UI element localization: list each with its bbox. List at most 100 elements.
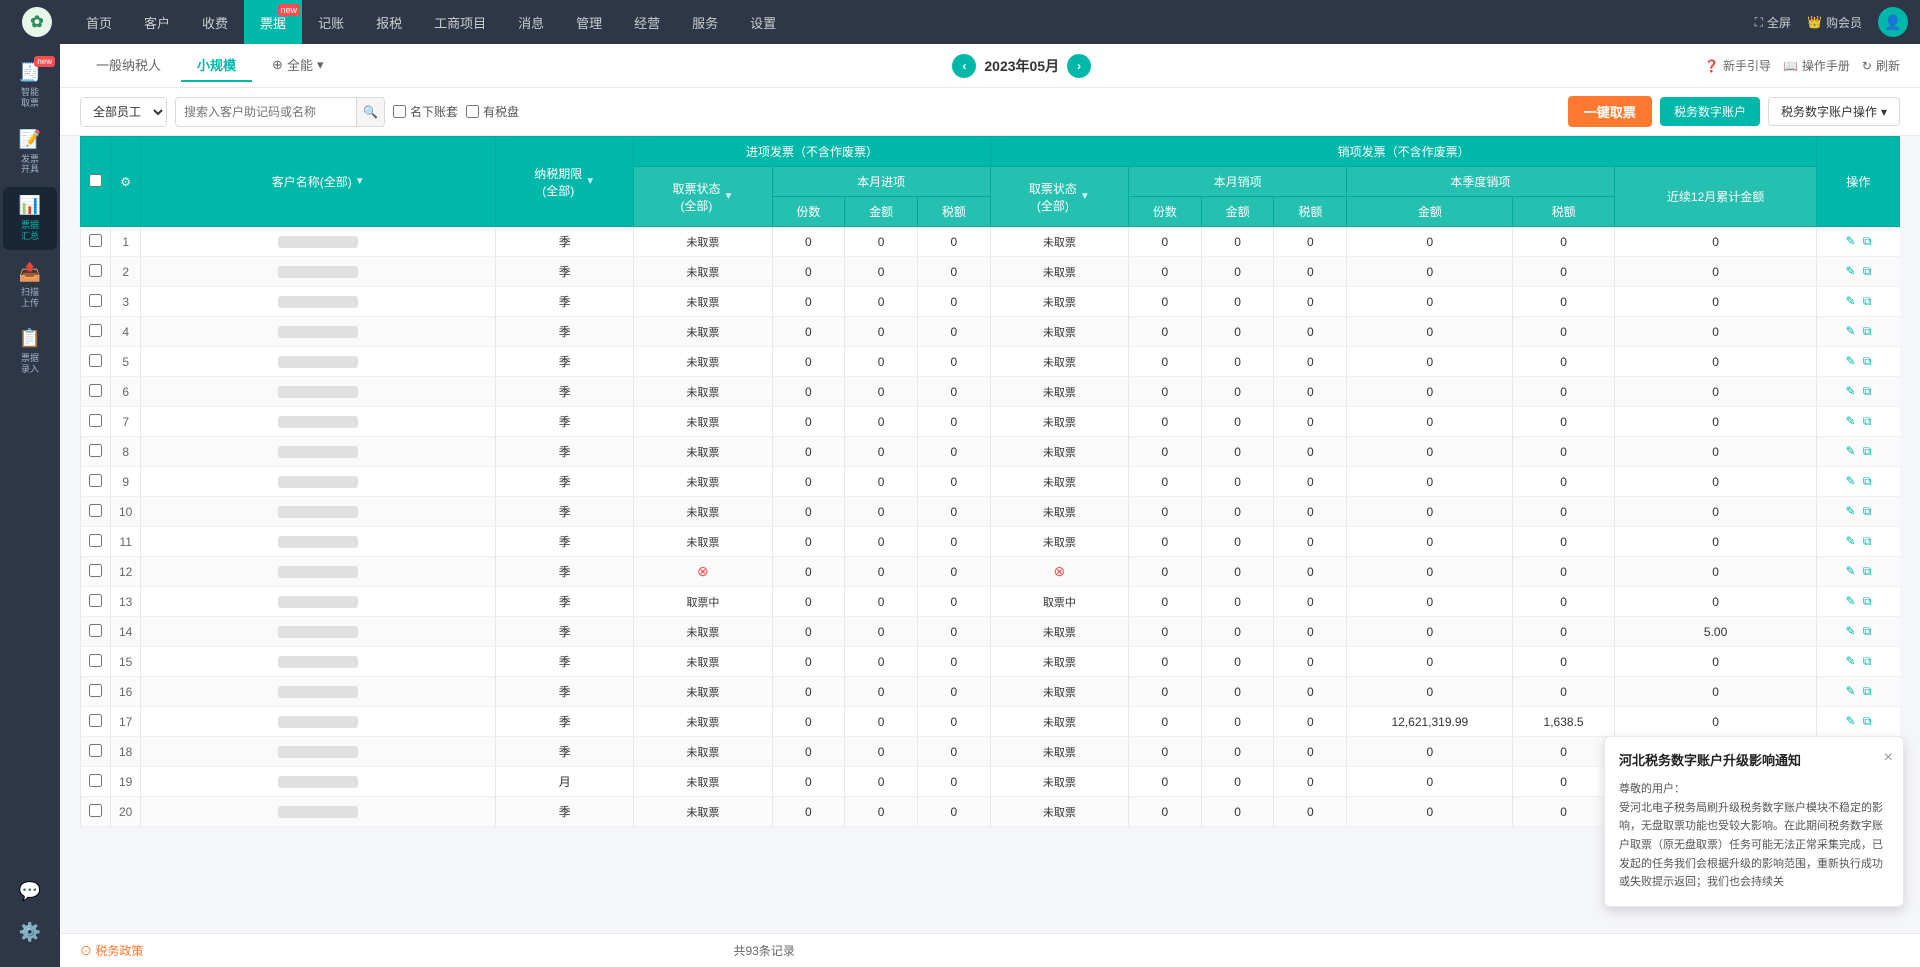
row-checkbox[interactable] [89,804,102,817]
employee-select-wrapper[interactable]: 全部员工 [80,97,167,127]
copy-icon[interactable]: ⧉ [1863,414,1872,428]
tab-all[interactable]: ⊕ 全能 ▾ [256,49,339,82]
prev-month-btn[interactable]: ‹ [952,54,976,78]
nav-service[interactable]: 服务 [676,0,734,44]
edit-icon[interactable]: ✎ [1846,684,1856,698]
nav-fee[interactable]: 收费 [186,0,244,44]
copy-icon[interactable]: ⧉ [1863,684,1872,698]
row-checkbox[interactable] [89,384,102,397]
copy-icon[interactable]: ⧉ [1863,714,1872,728]
row-checkbox[interactable] [89,684,102,697]
sidebar-item-scan[interactable]: 📤 扫描上传 [3,254,57,317]
edit-icon[interactable]: ✎ [1846,264,1856,278]
row-checkbox[interactable] [89,654,102,667]
sidebar-item-summary[interactable]: 📊 票据汇总 [3,187,57,250]
copy-icon[interactable]: ⧉ [1863,624,1872,638]
sidebar-item-config[interactable]: ⚙️ [3,914,57,951]
refresh-btn[interactable]: ↻ 刷新 [1862,57,1900,74]
edit-icon[interactable]: ✎ [1846,294,1856,308]
sidebar-item-smart-fetch[interactable]: 🧾 智能取票 new [3,54,57,117]
edit-icon[interactable]: ✎ [1846,324,1856,338]
sidebar-item-record[interactable]: 📋 票据录入 [3,320,57,383]
th-client-name[interactable]: 客户名称(全部) ▼ [141,137,496,227]
row-checkbox[interactable] [89,504,102,517]
row-checkbox[interactable] [89,564,102,577]
copy-icon[interactable]: ⧉ [1863,564,1872,578]
row-checkbox[interactable] [89,324,102,337]
copy-icon[interactable]: ⧉ [1863,444,1872,458]
copy-icon[interactable]: ⧉ [1863,384,1872,398]
edit-icon[interactable]: ✎ [1846,624,1856,638]
digital-account-ops-btn[interactable]: 税务数字账户操作 ▾ [1768,97,1900,126]
nav-tax[interactable]: 报税 [360,0,418,44]
edit-icon[interactable]: ✎ [1846,384,1856,398]
nav-operation[interactable]: 经营 [618,0,676,44]
select-all-checkbox[interactable] [89,174,102,187]
member-btn[interactable]: 👑 购会员 [1807,14,1862,31]
nav-invoice[interactable]: 票据 new [244,0,302,44]
row-checkbox[interactable] [89,714,102,727]
tax-policy-link[interactable]: ⊙ 税务政策 [80,942,143,959]
edit-icon[interactable]: ✎ [1846,234,1856,248]
copy-icon[interactable]: ⧉ [1863,474,1872,488]
row-checkbox[interactable] [89,744,102,757]
search-button[interactable]: 🔍 [356,98,384,126]
nav-client[interactable]: 客户 [128,0,186,44]
copy-icon[interactable]: ⧉ [1863,354,1872,368]
edit-icon[interactable]: ✎ [1846,414,1856,428]
th-tax-period[interactable]: 纳税期限(全部) ▼ [496,137,634,227]
tab-general-taxpayer[interactable]: 一般纳税人 [80,49,177,82]
has-tax-disk-checkbox[interactable]: 有税盘 [466,103,519,120]
digital-account-btn[interactable]: 税务数字账户 [1660,97,1760,126]
subordinate-accounts-checkbox[interactable]: 名下账套 [393,103,458,120]
row-checkbox[interactable] [89,294,102,307]
nav-business[interactable]: 工商项目 [418,0,502,44]
edit-icon[interactable]: ✎ [1846,714,1856,728]
row-checkbox[interactable] [89,264,102,277]
nav-settings[interactable]: 设置 [734,0,792,44]
new-guide-btn[interactable]: ❓ 新手引导 [1704,57,1771,74]
search-input[interactable] [176,105,356,119]
edit-icon[interactable]: ✎ [1846,444,1856,458]
sidebar-item-chat[interactable]: 💬 [3,873,57,910]
copy-icon[interactable]: ⧉ [1863,324,1872,338]
one-click-fetch-btn[interactable]: 一键取票 [1568,96,1652,127]
copy-icon[interactable]: ⧉ [1863,234,1872,248]
edit-icon[interactable]: ✎ [1846,564,1856,578]
row-checkbox[interactable] [89,624,102,637]
row-checkbox[interactable] [89,234,102,247]
nav-manage[interactable]: 管理 [560,0,618,44]
copy-icon[interactable]: ⧉ [1863,264,1872,278]
edit-icon[interactable]: ✎ [1846,474,1856,488]
edit-icon[interactable]: ✎ [1846,354,1856,368]
row-checkbox[interactable] [89,444,102,457]
copy-icon[interactable]: ⧉ [1863,294,1872,308]
row-checkbox[interactable] [89,354,102,367]
th-in-fetch-status[interactable]: 取票状态(全部) ▼ [634,167,772,227]
logo-area[interactable]: ✿ [12,7,62,37]
avatar[interactable]: 👤 [1878,7,1908,37]
nav-home[interactable]: 首页 [70,0,128,44]
sidebar-item-open-invoice[interactable]: 📝 发票开具 [3,121,57,184]
notification-close-btn[interactable]: × [1884,745,1893,771]
row-checkbox[interactable] [89,594,102,607]
copy-icon[interactable]: ⧉ [1863,654,1872,668]
th-out-fetch-status[interactable]: 取票状态(全部) ▼ [990,167,1128,227]
row-checkbox[interactable] [89,534,102,547]
edit-icon[interactable]: ✎ [1846,654,1856,668]
employee-select[interactable]: 全部员工 [81,98,166,126]
row-checkbox[interactable] [89,474,102,487]
next-month-btn[interactable]: › [1067,54,1091,78]
row-checkbox[interactable] [89,414,102,427]
edit-icon[interactable]: ✎ [1846,534,1856,548]
tab-small-scale[interactable]: 小规模 [181,49,252,82]
fullscreen-btn[interactable]: ⛶ 全屏 [1755,14,1791,31]
copy-icon[interactable]: ⧉ [1863,534,1872,548]
nav-bookkeeping[interactable]: 记账 [302,0,360,44]
edit-icon[interactable]: ✎ [1846,594,1856,608]
row-checkbox[interactable] [89,774,102,787]
manual-btn[interactable]: 📖 操作手册 [1783,57,1850,74]
edit-icon[interactable]: ✎ [1846,504,1856,518]
nav-message[interactable]: 消息 [502,0,560,44]
copy-icon[interactable]: ⧉ [1863,504,1872,518]
